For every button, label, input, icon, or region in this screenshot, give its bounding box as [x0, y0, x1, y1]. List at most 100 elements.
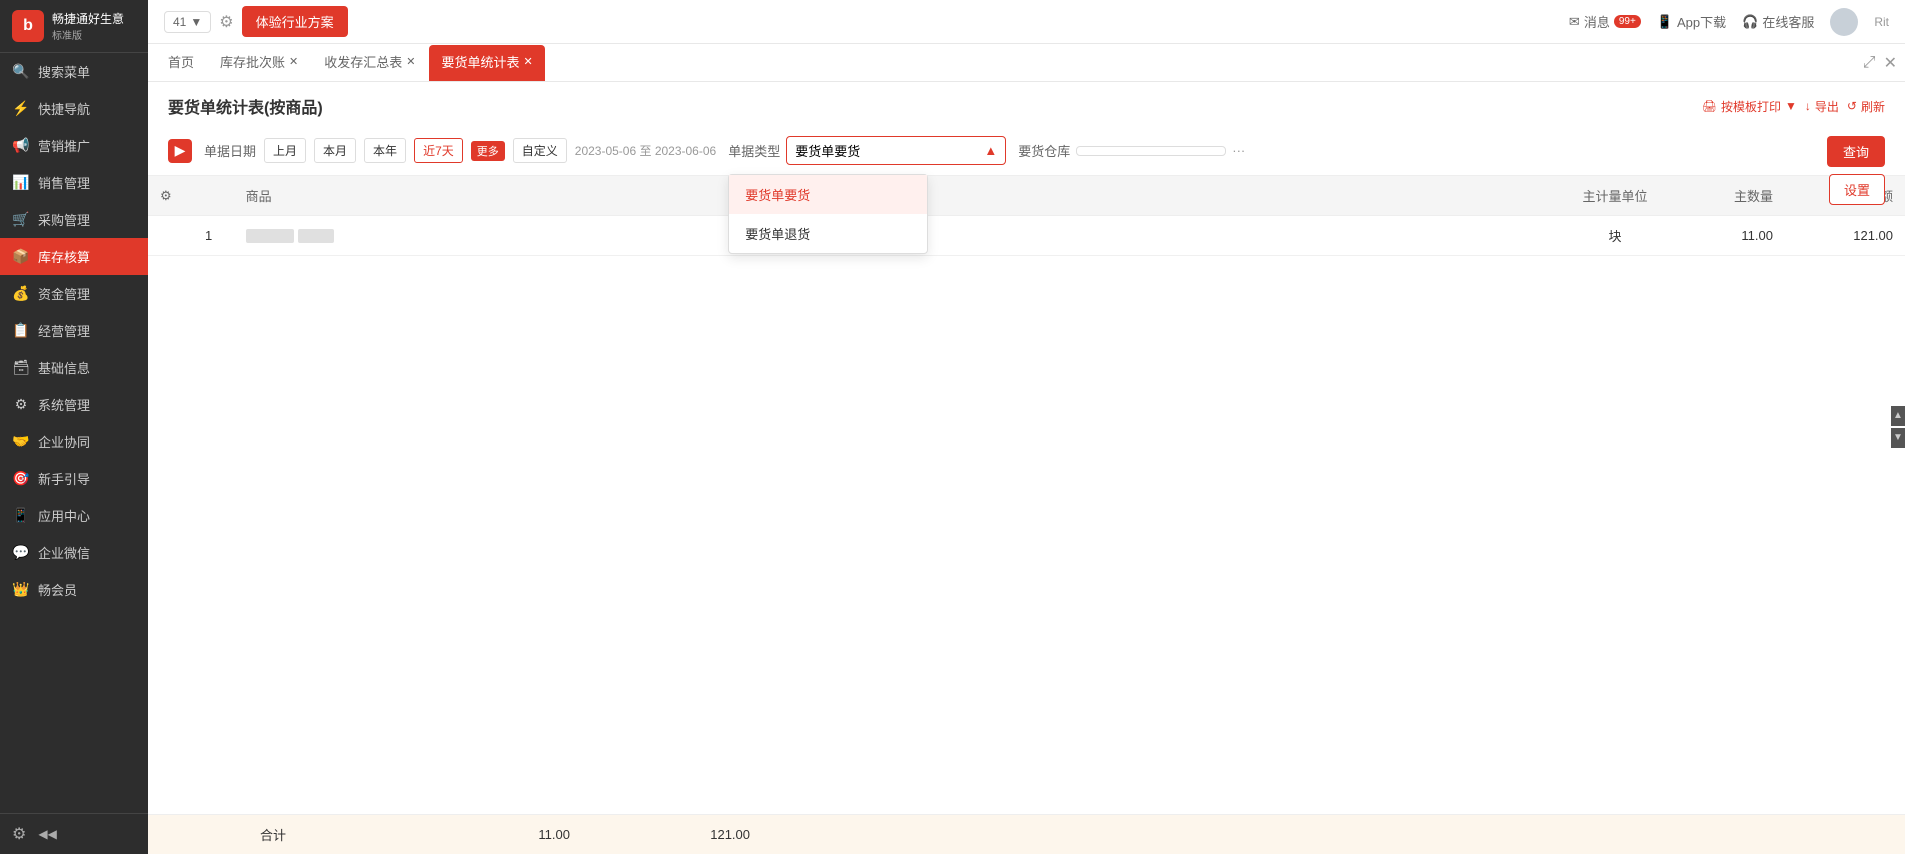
sidebar-bottom: ⚙ ◀◀	[0, 813, 148, 854]
sidebar-item-enterprise[interactable]: 🤝 企业协同	[0, 423, 148, 460]
topbar-right: ✉ 消息 99+ 📱 App下载 🎧 在线客服 Rit	[1569, 8, 1889, 36]
sidebar-item-label-wechat: 企业微信	[38, 543, 90, 562]
sidebar-item-label-marketing: 营销推广	[38, 136, 90, 155]
filter-expand-btn[interactable]: ▶	[168, 139, 192, 163]
date-btn-last-month[interactable]: 上月	[264, 138, 306, 163]
sidebar-item-member[interactable]: 👑 畅会员	[0, 571, 148, 608]
date-more-badge[interactable]: 更多	[471, 141, 505, 161]
th-index	[184, 176, 234, 216]
cell-amount-0: 121.00	[1785, 216, 1905, 256]
tab-close-inventory-batch[interactable]: ✕	[289, 55, 298, 68]
tab-close-order-summary[interactable]: ✕	[524, 55, 533, 68]
date-btn-custom[interactable]: 自定义	[513, 138, 567, 163]
trial-btn[interactable]: 体验行业方案	[242, 6, 348, 37]
print-icon: 🖨	[1702, 99, 1717, 113]
company-value: 41	[173, 15, 186, 29]
settings-gear-icon[interactable]: ⚙	[219, 12, 233, 32]
date-btn-7days[interactable]: 近7天	[414, 138, 463, 163]
sidebar-item-basic[interactable]: 🗃 基础信息	[0, 349, 148, 386]
sidebar-item-shortcut[interactable]: ⚡ 快捷导航	[0, 90, 148, 127]
company-selector[interactable]: 41 ▼	[164, 11, 211, 33]
sidebar-item-wechat[interactable]: 💬 企业微信	[0, 534, 148, 571]
sidebar-item-finance[interactable]: 💰 资金管理	[0, 275, 148, 312]
shortcut-icon: ⚡	[12, 100, 30, 117]
refresh-btn[interactable]: ↺ 刷新	[1847, 98, 1885, 115]
sidebar-item-appstore[interactable]: 📱 应用中心	[0, 497, 148, 534]
print-btn[interactable]: 🖨 按模板打印 ▼	[1702, 98, 1797, 115]
sidebar-item-guide[interactable]: 🎯 新手引导	[0, 460, 148, 497]
footer-total-amount: 121.00	[630, 827, 750, 842]
tab-home[interactable]: 首页	[156, 45, 206, 81]
sidebar-collapse-icon[interactable]: ◀◀	[38, 827, 56, 841]
tab-receive-summary[interactable]: 收发存汇总表 ✕	[312, 45, 427, 81]
messages-label: 消息	[1584, 12, 1610, 31]
sidebar-item-operations[interactable]: 📋 经营管理	[0, 312, 148, 349]
cell-unit-0: 块	[1565, 216, 1665, 256]
dropdown-item-order-return[interactable]: 要货单退货	[729, 214, 927, 253]
warehouse-input[interactable]	[1076, 146, 1226, 156]
appstore-icon: 📱	[12, 507, 30, 524]
content-area: 要货单统计表(按商品) 🖨 按模板打印 ▼ ↓ 导出 ↺ 刷新 ▶	[148, 82, 1905, 854]
export-icon: ↓	[1805, 99, 1811, 113]
data-table-wrap: ⚙ 商品 主计量单位 主数量 零售金额 1 块 11.00	[148, 176, 1905, 814]
page-actions: 🖨 按模板打印 ▼ ↓ 导出 ↺ 刷新	[1702, 98, 1885, 115]
sidebar-item-label-shortcut: 快捷导航	[38, 99, 90, 118]
tab-order-summary[interactable]: 要货单统计表 ✕	[429, 45, 544, 81]
export-btn[interactable]: ↓ 导出	[1805, 98, 1839, 115]
messages-btn[interactable]: ✉ 消息 99+	[1569, 12, 1641, 31]
sidebar-item-system[interactable]: ⚙ 系统管理	[0, 386, 148, 423]
purchase-icon: 🛒	[12, 211, 30, 228]
sales-icon: 📊	[12, 174, 30, 191]
sidebar-item-label-member: 畅会员	[38, 580, 77, 599]
expand-icon[interactable]: ⤢	[1863, 54, 1876, 72]
tab-inventory-batch[interactable]: 库存批次账 ✕	[208, 45, 310, 81]
table-row: 1 块 11.00 121.00	[148, 216, 1905, 256]
type-input[interactable]: 要货单要货 ▲	[786, 136, 1006, 165]
type-selected-value: 要货单要货	[795, 141, 860, 160]
main-content: 41 ▼ ⚙ 体验行业方案 ✉ 消息 99+ 📱 App下载 🎧 在线客服 Ri…	[148, 0, 1905, 854]
date-range: 2023-05-06 至 2023-06-06	[575, 142, 716, 159]
warehouse-more-icon[interactable]: ···	[1232, 143, 1245, 158]
system-icon: ⚙	[12, 396, 30, 413]
footer-label: 合计	[160, 825, 510, 844]
th-settings[interactable]: ⚙	[148, 176, 184, 216]
topbar-left: 41 ▼ ⚙ 体验行业方案	[164, 6, 1557, 37]
settings-btn[interactable]: 设置	[1829, 174, 1885, 205]
operations-icon: 📋	[12, 322, 30, 339]
sidebar-item-marketing[interactable]: 📢 营销推广	[0, 127, 148, 164]
app-download-label: App下载	[1677, 12, 1726, 31]
app-download-btn[interactable]: 📱 App下载	[1657, 12, 1726, 31]
query-btn[interactable]: 查询	[1827, 136, 1885, 167]
sidebar-item-sales[interactable]: 📊 销售管理	[0, 164, 148, 201]
table-footer: 合计 11.00 121.00	[148, 814, 1905, 854]
sidebar-scroll-up[interactable]: ▲	[1891, 406, 1905, 426]
sidebar-item-label-appstore: 应用中心	[38, 506, 90, 525]
date-btn-this-month[interactable]: 本月	[314, 138, 356, 163]
page-header: 要货单统计表(按商品) 🖨 按模板打印 ▼ ↓ 导出 ↺ 刷新	[148, 82, 1905, 126]
sidebar-settings-icon[interactable]: ⚙	[12, 824, 26, 844]
table-header-row: ⚙ 商品 主计量单位 主数量 零售金额	[148, 176, 1905, 216]
filter-bar: ▶ 单据日期 上月 本月 本年 近7天 更多 自定义 2023-05-06 至 …	[148, 126, 1905, 176]
sidebar-item-purchase[interactable]: 🛒 采购管理	[0, 201, 148, 238]
inventory-icon: 📦	[12, 248, 30, 265]
sidebar-item-search[interactable]: 🔍 搜索菜单	[0, 53, 148, 90]
online-service-btn[interactable]: 🎧 在线客服	[1742, 12, 1814, 31]
date-btn-this-year[interactable]: 本年	[364, 138, 406, 163]
sidebar-item-label-enterprise: 企业协同	[38, 432, 90, 451]
close-all-icon[interactable]: ✕	[1884, 53, 1897, 73]
sidebar-item-label-sales: 销售管理	[38, 173, 90, 192]
warehouse-filter-group: 要货仓库 ···	[1018, 141, 1245, 160]
type-chevron-up-icon: ▲	[984, 143, 997, 158]
messages-badge: 99+	[1614, 15, 1641, 28]
avatar[interactable]	[1830, 8, 1858, 36]
type-dropdown: 要货单要货要货单退货	[728, 174, 928, 254]
sidebar-item-inventory[interactable]: 📦 库存核算	[0, 238, 148, 275]
sidebar-scroll-down[interactable]: ▼	[1891, 428, 1905, 448]
search-icon: 🔍	[12, 63, 30, 80]
tab-close-receive-summary[interactable]: ✕	[406, 55, 415, 68]
logo-subtitle: 标准版	[52, 27, 124, 42]
tab-label-receive-summary: 收发存汇总表	[324, 52, 402, 71]
sidebar-item-label-basic: 基础信息	[38, 358, 90, 377]
dropdown-item-order-goods[interactable]: 要货单要货	[729, 175, 927, 214]
tabbar-actions: ⤢ ✕	[1863, 53, 1897, 73]
